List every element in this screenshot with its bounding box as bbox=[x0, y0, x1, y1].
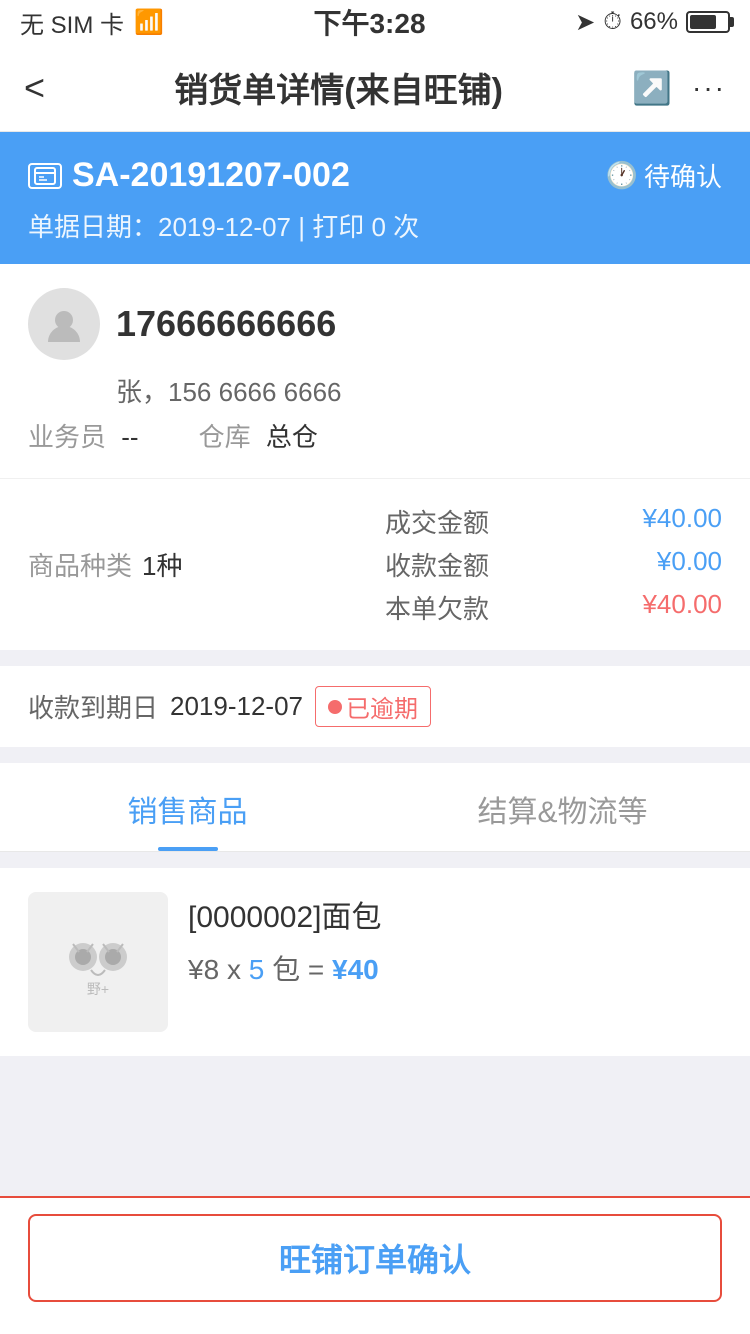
warehouse-value: 总仓 bbox=[266, 422, 318, 452]
tab-settlement[interactable]: 结算&物流等 bbox=[375, 763, 750, 851]
bottom-bar: 旺铺订单确认 bbox=[0, 1196, 750, 1334]
product-qty: 5 bbox=[249, 954, 265, 985]
warehouse-label: 仓库 bbox=[199, 422, 251, 452]
deal-amount-value: ¥40.00 bbox=[642, 503, 722, 540]
due-date-section: 收款到期日 2019-12-07 已逾期 bbox=[0, 666, 750, 747]
salesperson-label: 业务员 bbox=[28, 422, 106, 452]
confirm-order-button[interactable]: 旺铺订单确认 bbox=[28, 1214, 722, 1302]
order-date: 单据日期：2019-12-07 | 打印 0 次 bbox=[28, 207, 722, 244]
battery-percent: 66% bbox=[630, 8, 678, 36]
location-icon: ➤ bbox=[575, 8, 595, 37]
clock-icon: 🕐 bbox=[606, 160, 638, 191]
received-value: ¥0.00 bbox=[657, 546, 722, 583]
nav-bar: < 销货单详情(来自旺铺) ↗️ ··· bbox=[0, 44, 750, 132]
alarm-icon: ⏱ bbox=[603, 8, 622, 36]
battery-icon bbox=[686, 11, 730, 33]
customer-avatar bbox=[28, 288, 100, 360]
owed-label: 本单欠款 bbox=[385, 589, 489, 626]
customer-section: 17666666666 张，156 6666 6666 业务员 -- 仓库 总仓… bbox=[0, 264, 750, 650]
page-title: 销货单详情(来自旺铺) bbox=[174, 63, 503, 112]
customer-meta: 业务员 -- 仓库 总仓 bbox=[28, 417, 722, 454]
product-total: ¥40 bbox=[332, 954, 379, 985]
tab-sales-products[interactable]: 销售商品 bbox=[0, 763, 375, 851]
due-date-value: 2019-12-07 bbox=[170, 691, 303, 722]
overdue-dot-icon bbox=[328, 700, 342, 714]
status-left: 无 SIM 卡 📶 bbox=[20, 5, 164, 40]
received-label: 收款金额 bbox=[385, 546, 489, 583]
wifi-icon: 📶 bbox=[134, 8, 164, 37]
more-button[interactable]: ··· bbox=[692, 72, 726, 104]
back-button[interactable]: < bbox=[24, 67, 45, 109]
summary-section: 商品种类 1种 成交金额 ¥40.00 收款金额 ¥0.00 本单欠款 ¥40.… bbox=[0, 479, 750, 650]
product-thumbnail: 野+ bbox=[28, 892, 168, 1032]
order-status: 🕐 待确认 bbox=[606, 157, 722, 194]
order-id: SA-20191207-002 bbox=[28, 156, 350, 195]
customer-phone: 17666666666 bbox=[116, 303, 336, 345]
product-item: 野+ [0000002]面包 ¥8 x 5 包 = ¥40 bbox=[0, 868, 750, 1056]
product-calc: ¥8 x 5 包 = ¥40 bbox=[188, 948, 722, 988]
svg-text:野+: 野+ bbox=[87, 981, 109, 997]
status-right: ➤ ⏱ 66% bbox=[575, 8, 730, 37]
product-name: [0000002]面包 bbox=[188, 892, 722, 936]
owed-value: ¥40.00 bbox=[642, 589, 722, 626]
nav-actions: ↗️ ··· bbox=[632, 69, 726, 107]
order-icon bbox=[28, 163, 62, 189]
status-time: 下午3:28 bbox=[313, 2, 425, 42]
salesperson-value: -- bbox=[121, 422, 138, 452]
order-banner: SA-20191207-002 🕐 待确认 单据日期：2019-12-07 | … bbox=[0, 132, 750, 264]
overdue-badge: 已逾期 bbox=[315, 686, 431, 727]
tabs: 销售商品 结算&物流等 bbox=[0, 763, 750, 852]
due-label: 收款到期日 bbox=[28, 688, 158, 725]
product-type-value: 1种 bbox=[142, 546, 182, 583]
deal-amount-label: 成交金额 bbox=[385, 503, 489, 540]
product-details: [0000002]面包 ¥8 x 5 包 = ¥40 bbox=[188, 892, 722, 988]
status-bar: 无 SIM 卡 📶 下午3:28 ➤ ⏱ 66% bbox=[0, 0, 750, 44]
customer-contact: 张，156 6666 6666 bbox=[28, 372, 722, 409]
amount-summary: 成交金额 ¥40.00 收款金额 ¥0.00 本单欠款 ¥40.00 bbox=[385, 503, 722, 626]
share-icon[interactable]: ↗️ bbox=[632, 69, 672, 107]
carrier-label: 无 SIM 卡 bbox=[20, 5, 124, 40]
product-type-label: 商品种类 bbox=[28, 546, 132, 583]
